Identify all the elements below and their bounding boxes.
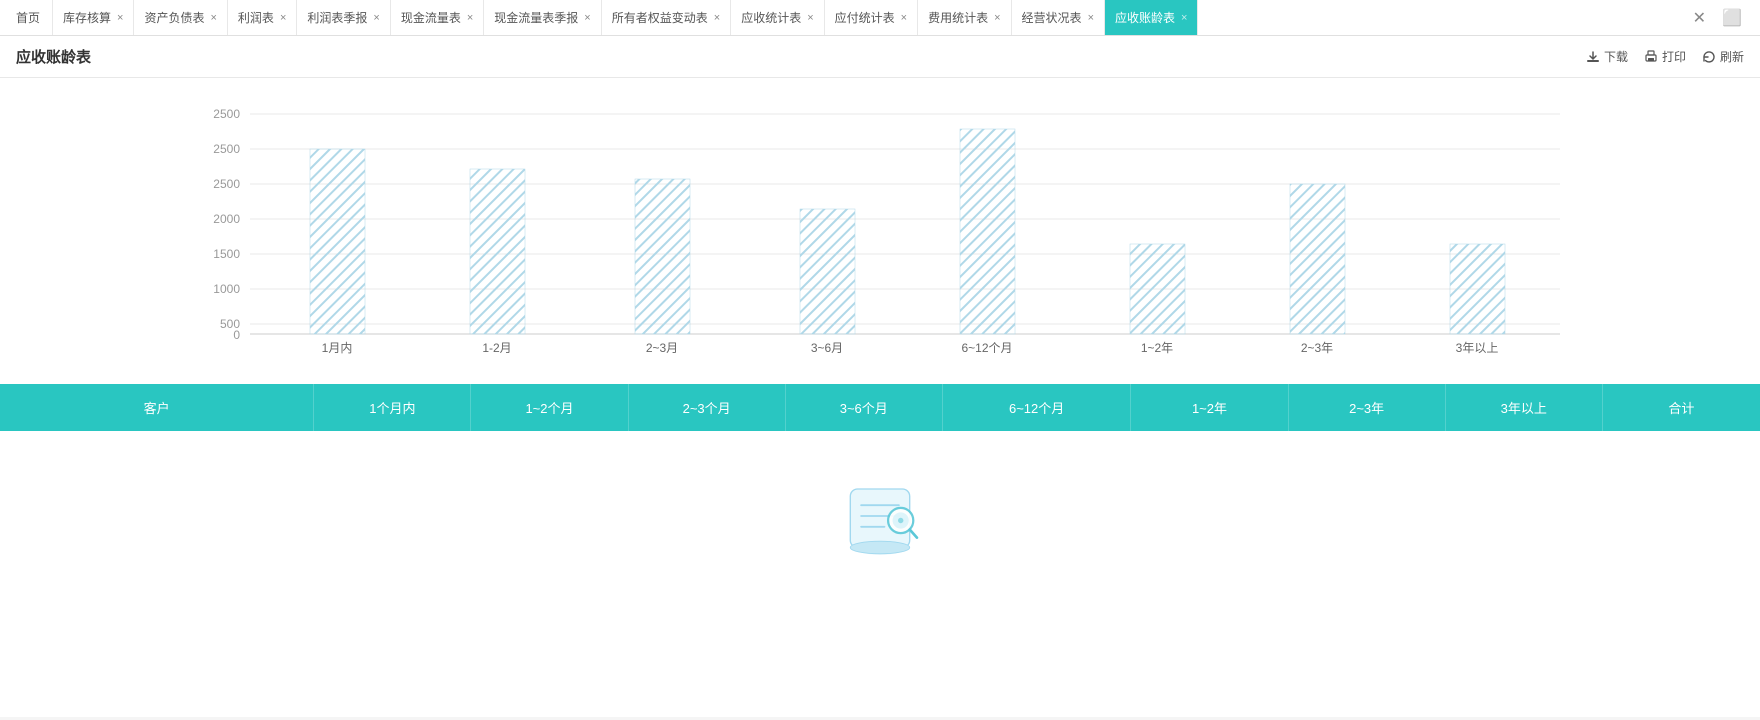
window-close-button[interactable]: ✕ [1687, 6, 1712, 30]
svg-text:2500: 2500 [213, 142, 240, 156]
bar-2-3年 [1290, 184, 1345, 334]
col-customer: 客户 [0, 384, 314, 431]
refresh-button[interactable]: 刷新 [1702, 48, 1744, 65]
svg-text:2500: 2500 [213, 107, 240, 121]
tab-close-icon[interactable]: × [1088, 12, 1094, 24]
col-1-2month: 1~2个月 [471, 384, 628, 431]
svg-text:1000: 1000 [213, 282, 240, 296]
tab-close-icon[interactable]: × [117, 12, 123, 24]
print-label: 打印 [1662, 48, 1686, 65]
tab-balance-sheet[interactable]: 资产负债表 × [134, 0, 227, 36]
tab-equity[interactable]: 所有者权益变动表 × [602, 0, 731, 36]
bar-6-12月 [960, 129, 1015, 334]
tab-close-icon[interactable]: × [901, 12, 907, 24]
tab-operation[interactable]: 经营状况表 × [1012, 0, 1105, 36]
tab-close-icon[interactable]: × [280, 12, 286, 24]
tab-close-icon[interactable]: × [714, 12, 720, 24]
refresh-label: 刷新 [1720, 48, 1744, 65]
empty-document-icon [830, 471, 930, 561]
svg-text:2500: 2500 [213, 177, 240, 191]
tab-close-icon[interactable]: × [210, 12, 216, 24]
svg-text:1500: 1500 [213, 247, 240, 261]
tab-close-icon[interactable]: × [467, 12, 473, 24]
page-header: 应收账龄表 下载 打印 刷新 [0, 36, 1760, 78]
tab-label: 费用统计表 [928, 9, 988, 26]
chart-area: 2500 2500 2500 2000 1500 1000 500 0 [0, 78, 1760, 384]
tab-label: 所有者权益变动表 [612, 9, 708, 26]
tab-ap-stats[interactable]: 应付统计表 × [825, 0, 918, 36]
tab-home[interactable]: 首页 [4, 0, 53, 36]
bar-3年以上 [1450, 244, 1505, 334]
tab-ar-stats[interactable]: 应收统计表 × [731, 0, 824, 36]
tab-close-icon[interactable]: × [994, 12, 1000, 24]
tab-profit[interactable]: 利润表 × [228, 0, 297, 36]
col-total: 合计 [1603, 384, 1760, 431]
empty-state [0, 431, 1760, 581]
col-3-6month: 3~6个月 [786, 384, 943, 431]
tab-label: 现金流量表 [401, 9, 461, 26]
download-button[interactable]: 下载 [1586, 48, 1628, 65]
svg-text:3年以上: 3年以上 [1456, 341, 1499, 355]
tab-label: 库存核算 [63, 9, 111, 26]
page-title: 应收账龄表 [16, 46, 91, 67]
tab-label: 资产负债表 [144, 9, 204, 26]
tab-close-icon[interactable]: × [584, 12, 590, 24]
print-icon [1644, 50, 1658, 64]
tab-cashflow[interactable]: 现金流量表 × [391, 0, 484, 36]
tab-close-icon[interactable]: × [1181, 12, 1187, 24]
download-label: 下载 [1604, 48, 1628, 65]
svg-text:2000: 2000 [213, 212, 240, 226]
svg-text:2~3月: 2~3月 [646, 341, 678, 355]
table-header: 客户 1个月内 1~2个月 2~3个月 3~6个月 6~12个月 1~2年 2~… [0, 384, 1760, 431]
bar-3-6月 [800, 209, 855, 334]
col-1-2year: 1~2年 [1131, 384, 1288, 431]
tab-close-icon[interactable]: × [373, 12, 379, 24]
print-button[interactable]: 打印 [1644, 48, 1686, 65]
tab-label: 利润表季报 [307, 9, 367, 26]
tab-expense-stats[interactable]: 费用统计表 × [918, 0, 1011, 36]
refresh-icon [1702, 50, 1716, 64]
tab-label: 应收账龄表 [1115, 9, 1175, 26]
header-actions: 下载 打印 刷新 [1586, 48, 1744, 65]
tab-inventory[interactable]: 库存核算 × [53, 0, 134, 36]
svg-text:6~12个月: 6~12个月 [961, 341, 1012, 355]
col-1month: 1个月内 [314, 384, 471, 431]
tab-label: 应付统计表 [835, 9, 895, 26]
tab-ar-aging[interactable]: 应收账龄表 × [1105, 0, 1198, 36]
tab-cashflow-quarterly[interactable]: 现金流量表季报 × [484, 0, 601, 36]
bar-1月内 [310, 149, 365, 334]
empty-icon [830, 471, 930, 561]
col-3year-plus: 3年以上 [1446, 384, 1603, 431]
main-content: 2500 2500 2500 2000 1500 1000 500 0 [0, 78, 1760, 717]
bar-2-3月 [635, 179, 690, 334]
tab-bar: 首页 库存核算 × 资产负债表 × 利润表 × 利润表季报 × 现金流量表 × … [0, 0, 1760, 36]
col-6-12month: 6~12个月 [943, 384, 1132, 431]
bar-1-2年 [1130, 244, 1185, 334]
svg-text:1月内: 1月内 [322, 341, 353, 355]
bar-1-2月 [470, 169, 525, 334]
svg-text:1-2月: 1-2月 [482, 341, 511, 355]
svg-text:1~2年: 1~2年 [1141, 341, 1173, 355]
tab-label: 经营状况表 [1022, 9, 1082, 26]
svg-text:3~6月: 3~6月 [811, 341, 843, 355]
tab-close-icon[interactable]: × [807, 12, 813, 24]
tab-label: 现金流量表季报 [494, 9, 578, 26]
tab-label: 应收统计表 [741, 9, 801, 26]
download-icon [1586, 50, 1600, 64]
window-controls: ✕ ⬜ [1687, 6, 1756, 30]
svg-text:2~3年: 2~3年 [1301, 341, 1333, 355]
chart-container: 2500 2500 2500 2000 1500 1000 500 0 [20, 94, 1740, 374]
col-2-3month: 2~3个月 [629, 384, 786, 431]
bar-chart: 2500 2500 2500 2000 1500 1000 500 0 [20, 94, 1740, 374]
tab-profit-quarterly[interactable]: 利润表季报 × [297, 0, 390, 36]
svg-text:0: 0 [233, 328, 240, 342]
tab-label: 利润表 [238, 9, 274, 26]
col-2-3year: 2~3年 [1289, 384, 1446, 431]
window-maximize-button[interactable]: ⬜ [1716, 6, 1748, 30]
tab-home-label: 首页 [16, 9, 40, 26]
